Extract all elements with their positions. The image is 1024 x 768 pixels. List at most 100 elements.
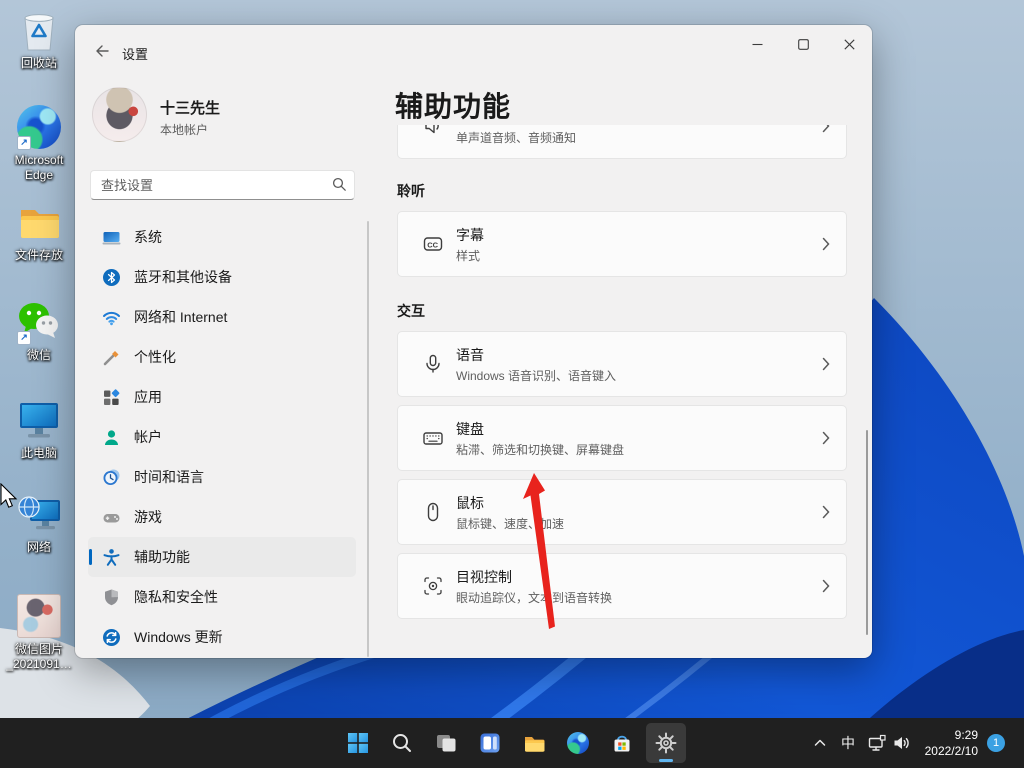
file-explorer-icon [525, 737, 545, 752]
desktop-icon-wechat[interactable]: ↗ 微信 [0, 300, 78, 363]
system-icon [102, 231, 121, 244]
nav-item-apps[interactable]: 应用 [88, 377, 356, 417]
chevron-right-icon [822, 125, 830, 133]
desktop-icon-label: 回收站 [20, 56, 57, 70]
audio-icon [425, 125, 439, 134]
nav-item-windows-update[interactable]: Windows 更新 [88, 617, 356, 657]
file-explorer-button[interactable] [514, 723, 554, 763]
close-button[interactable] [826, 25, 872, 63]
nav-label: 时间和语言 [134, 469, 204, 485]
nav-item-bluetooth[interactable]: 蓝牙和其他设备 [88, 257, 356, 297]
desktop-icon-label: 网络 [26, 540, 51, 554]
start-button[interactable] [338, 723, 378, 763]
row-title: 语音 [456, 347, 484, 363]
desktop-icon-label: 此电脑 [20, 446, 57, 460]
nav-item-network[interactable]: 网络和 Internet [88, 297, 356, 337]
taskbar-clock[interactable]: 9:29 2022/2/10 [925, 727, 978, 759]
minimize-icon [752, 43, 762, 45]
nav-label: 隐私和安全性 [134, 589, 218, 605]
nav-item-personalization[interactable]: 个性化 [88, 337, 356, 377]
widgets-button[interactable] [470, 723, 510, 763]
task-view-icon [437, 735, 456, 752]
settings-search [90, 170, 355, 200]
nav-item-system[interactable]: 系统 [88, 217, 356, 257]
notification-badge[interactable]: 1 [987, 734, 1005, 752]
row-title: 目视控制 [456, 569, 512, 585]
row-speech[interactable]: 语音 Windows 语音识别、语音键入 [397, 331, 847, 397]
minimize-button[interactable] [734, 25, 780, 63]
back-button[interactable] [87, 37, 117, 65]
this-pc-icon [16, 398, 62, 444]
row-subtitle: 样式 [456, 249, 481, 263]
desktop: 回收站 ↗ Microsoft Edge 文件存放 ↗ 微信 此电脑 网络 微信… [0, 0, 1024, 768]
window-title: 设置 [122, 47, 149, 62]
gamepad-icon [103, 513, 120, 522]
update-icon [103, 628, 120, 646]
nav-item-accessibility[interactable]: 辅助功能 [88, 537, 356, 577]
row-eye-control[interactable]: 目视控制 眼动追踪仪，文本到语音转换 [397, 553, 847, 619]
nav-label: 系统 [134, 229, 162, 245]
row-subtitle: Windows 语音识别、语音键入 [456, 369, 617, 383]
speaker-icon [894, 737, 909, 749]
row-keyboard[interactable]: 键盘 粘滞、筛选和切换键、屏幕键盘 [397, 405, 847, 471]
nav-item-privacy[interactable]: 隐私和安全性 [88, 577, 356, 617]
user-avatar[interactable] [92, 87, 147, 142]
desktop-icon-this-pc[interactable]: 此电脑 [0, 398, 78, 461]
row-mouse[interactable]: 鼠标 鼠标键、速度、加速 [397, 479, 847, 545]
edge-button[interactable] [558, 723, 598, 763]
hidden-icons-button[interactable] [808, 731, 832, 755]
nav-label: 应用 [134, 389, 162, 405]
settings-gear-icon [655, 732, 677, 754]
nav-label: 游戏 [134, 509, 162, 525]
nav-item-gaming[interactable]: 游戏 [88, 497, 356, 537]
windows-start-icon [348, 733, 368, 753]
settings-list: 单声道音频、音频通知 聆听 CC 字幕 样式 交互 语音 Windows 语音识… [395, 125, 865, 656]
shortcut-arrow-badge: ↗ [17, 331, 31, 345]
captions-icon: CC [423, 237, 443, 251]
chevron-up-icon [814, 739, 826, 746]
nav-item-accounts[interactable]: 帐户 [88, 417, 356, 457]
network-tray-icon[interactable] [865, 731, 889, 755]
maximize-button[interactable] [780, 25, 826, 63]
desktop-icon-network[interactable]: 网络 [0, 492, 78, 555]
desktop-icon-label: 微信 [26, 348, 51, 362]
search-input[interactable] [90, 170, 355, 200]
settings-nav: 系统 蓝牙和其他设备 网络和 Internet 个性化 应用 帐户 时间和语言 … [88, 217, 356, 657]
nav-label: 帐户 [134, 429, 162, 445]
svg-text:CC: CC [427, 240, 438, 249]
desktop-icon-label: 微信图片 _2021091… [6, 642, 72, 671]
store-button[interactable] [602, 723, 642, 763]
shortcut-arrow-badge: ↗ [17, 136, 31, 150]
folder-icon [16, 200, 62, 246]
desktop-icon-folder[interactable]: 文件存放 [0, 200, 78, 263]
task-view-button[interactable] [426, 723, 466, 763]
desktop-icon-recycle-bin[interactable]: 回收站 [0, 8, 78, 71]
ime-indicator[interactable]: 中 [836, 731, 860, 755]
search-button[interactable] [382, 723, 422, 763]
nav-label: 辅助功能 [134, 549, 190, 565]
desktop-icon-wechat-image[interactable]: 微信图片 _2021091… [0, 592, 78, 672]
row-captions[interactable]: CC 字幕 样式 [397, 211, 847, 277]
nav-label: 网络和 Internet [134, 309, 228, 325]
row-title: 键盘 [456, 421, 484, 437]
chevron-right-icon [822, 431, 830, 445]
user-account-type: 本地帐户 [160, 123, 209, 137]
nav-item-time-language[interactable]: 时间和语言 [88, 457, 356, 497]
mouse-icon [427, 502, 439, 522]
content-scrollbar[interactable] [866, 430, 868, 635]
apps-icon [104, 388, 120, 405]
back-arrow-icon [96, 45, 109, 57]
wechat-icon: ↗ [16, 300, 62, 346]
edge-icon: ↗ [16, 105, 62, 151]
sidebar-scrollbar[interactable] [367, 221, 369, 657]
shield-icon [105, 589, 118, 605]
desktop-icon-edge[interactable]: ↗ Microsoft Edge [0, 104, 78, 183]
nav-label: 蓝牙和其他设备 [134, 269, 232, 285]
clock-time: 9:29 [954, 728, 978, 742]
page-title: 辅助功能 [395, 91, 512, 122]
volume-tray-icon[interactable] [889, 731, 913, 755]
user-name: 十三先生 [160, 100, 221, 117]
row-audio[interactable]: 单声道音频、音频通知 [397, 125, 847, 159]
settings-button[interactable] [646, 723, 686, 763]
taskbar-search-icon [393, 734, 411, 752]
